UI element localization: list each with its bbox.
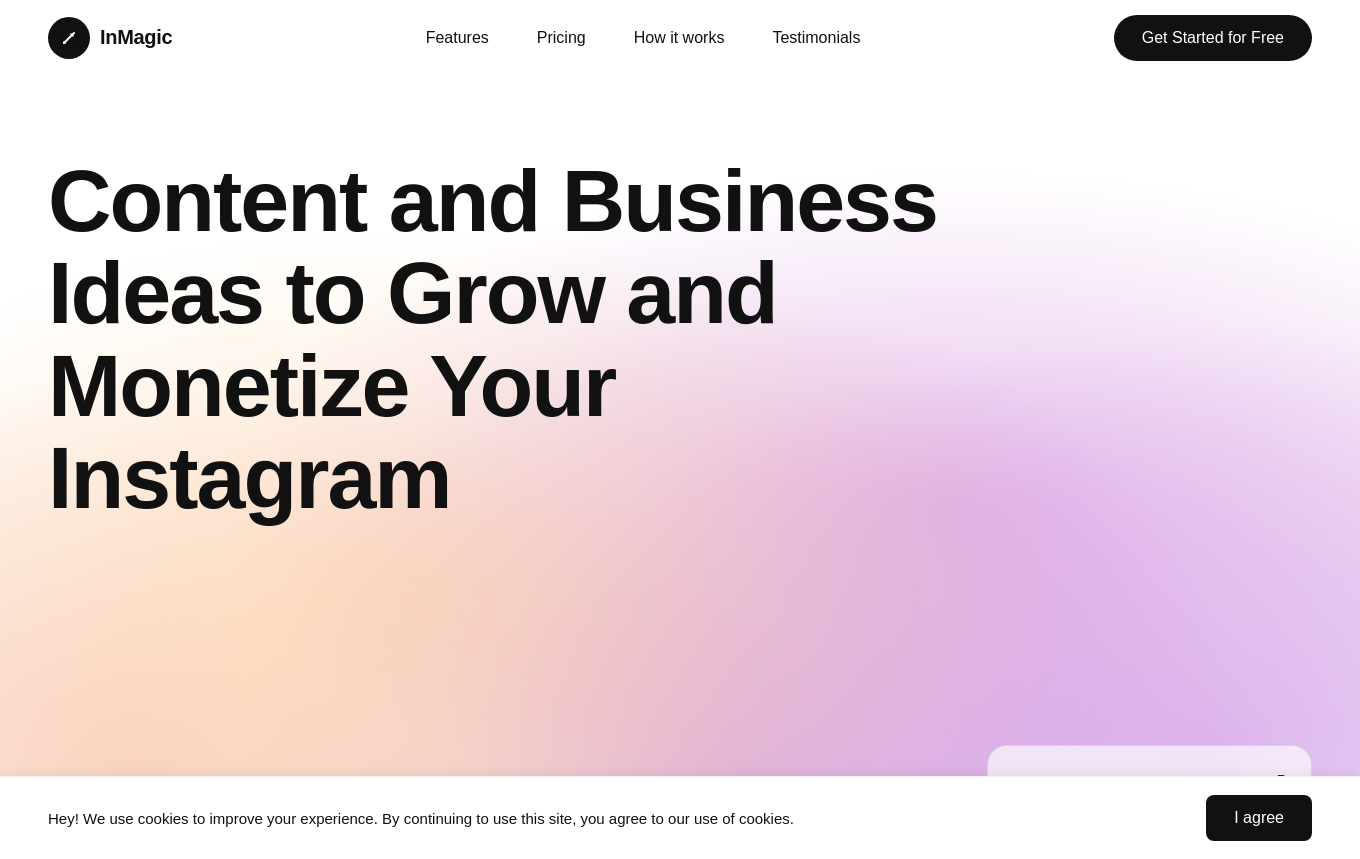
hero-title-line2: Ideas to Grow and bbox=[48, 243, 777, 342]
navbar: InMagic Features Pricing How it works Te… bbox=[0, 0, 1360, 75]
svg-point-2 bbox=[63, 41, 66, 44]
logo-area[interactable]: InMagic bbox=[48, 17, 172, 59]
nav-features[interactable]: Features bbox=[426, 29, 489, 46]
cookie-message: Hey! We use cookies to improve your expe… bbox=[48, 810, 1174, 827]
nav-testimonials[interactable]: Testimonials bbox=[772, 29, 860, 46]
brand-name: InMagic bbox=[100, 26, 172, 49]
nav-pricing[interactable]: Pricing bbox=[537, 29, 586, 46]
nav-cta-button[interactable]: Get Started for Free bbox=[1114, 15, 1312, 61]
cookie-banner: Hey! We use cookies to improve your expe… bbox=[0, 776, 1360, 859]
hero-section: Content and Business Ideas to Grow and M… bbox=[0, 75, 1360, 859]
hero-title-line1: Content and Business bbox=[48, 151, 937, 250]
hero-content: Content and Business Ideas to Grow and M… bbox=[48, 155, 1312, 859]
hero-title-line3: Monetize Your Instagram bbox=[48, 336, 615, 527]
hero-title: Content and Business Ideas to Grow and M… bbox=[48, 155, 948, 525]
cookie-agree-button[interactable]: I agree bbox=[1206, 795, 1312, 841]
nav-links: Features Pricing How it works Testimonia… bbox=[426, 29, 861, 47]
logo-icon bbox=[48, 17, 90, 59]
nav-how-it-works[interactable]: How it works bbox=[634, 29, 725, 46]
